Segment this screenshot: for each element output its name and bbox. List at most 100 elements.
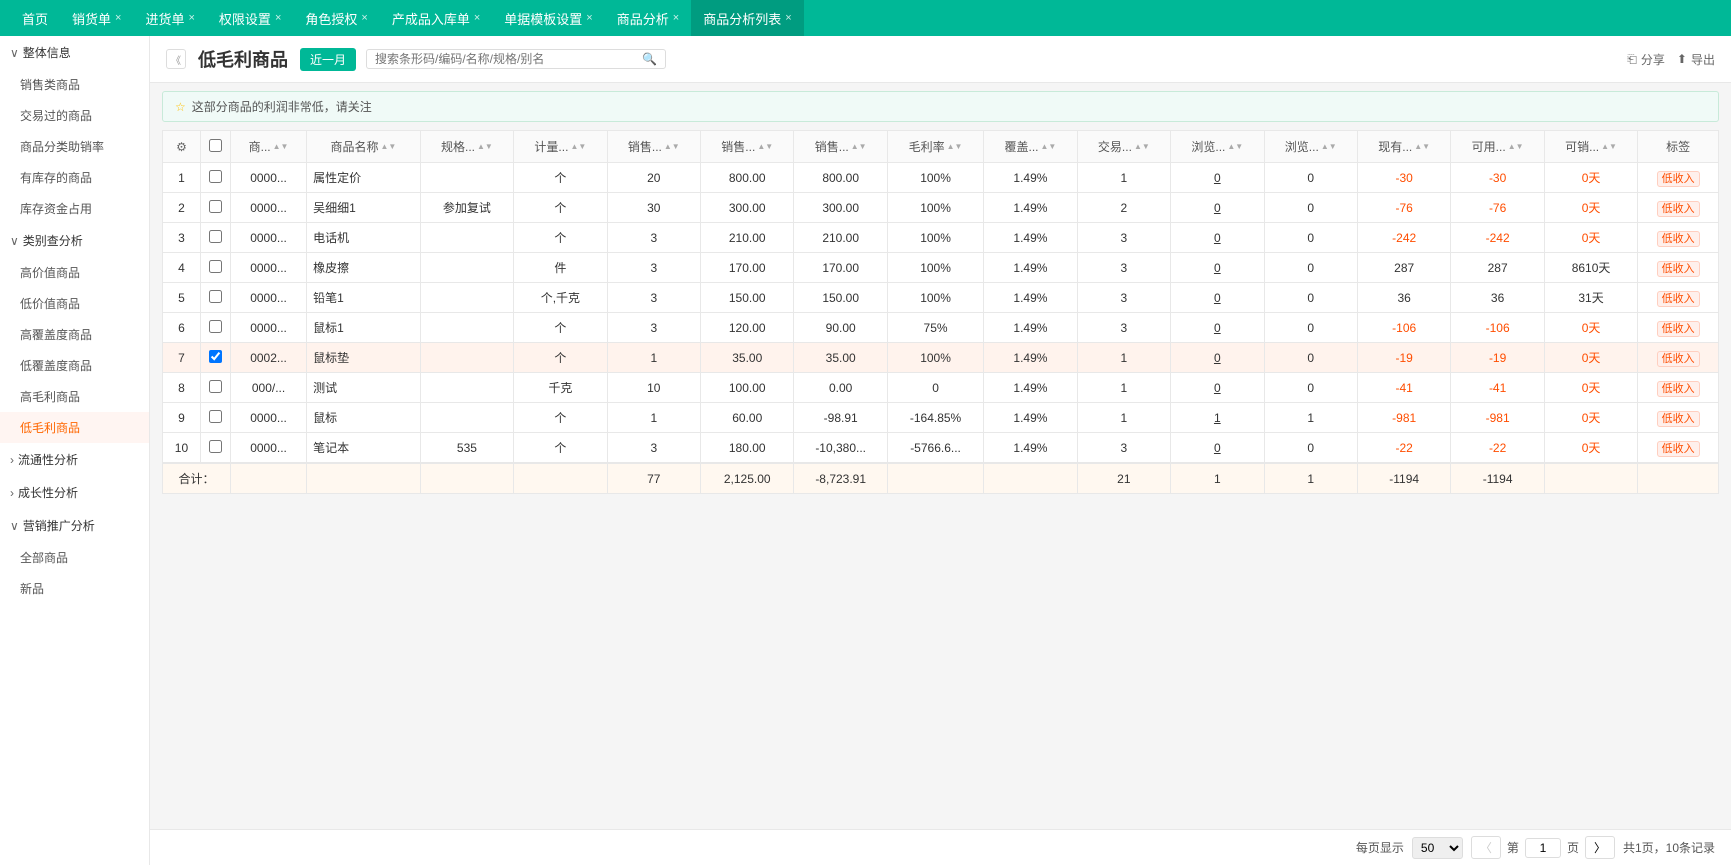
sidebar-item-high-value[interactable]: 高价值商品 — [0, 257, 149, 288]
table-row: 9 0000... 鼠标 个 1 60.00 -98.91 -164.85% 1… — [163, 403, 1719, 433]
settings-icon[interactable]: ⚙ — [176, 140, 187, 154]
row-name[interactable]: 鼠标垫 — [307, 343, 421, 373]
row-checkbox[interactable] — [200, 283, 230, 313]
col-transactions[interactable]: 交易...▲▼ — [1077, 131, 1170, 163]
row-views1[interactable]: 0 — [1171, 163, 1264, 193]
row-checkbox[interactable] — [200, 253, 230, 283]
row-views1[interactable]: 0 — [1171, 283, 1264, 313]
sidebar-item-traded-goods[interactable]: 交易过的商品 — [0, 100, 149, 131]
row-spec — [420, 313, 513, 343]
nav-template-settings[interactable]: 单据模板设置 × — [492, 0, 604, 36]
col-views2[interactable]: 浏览...▲▼ — [1264, 131, 1357, 163]
row-name[interactable]: 橡皮擦 — [307, 253, 421, 283]
select-all-checkbox[interactable] — [209, 139, 222, 152]
col-views1[interactable]: 浏览...▲▼ — [1171, 131, 1264, 163]
search-input[interactable] — [375, 52, 638, 66]
col-coverage[interactable]: 覆盖...▲▼ — [984, 131, 1077, 163]
col-name[interactable]: 商品名称▲▼ — [307, 131, 421, 163]
sidebar-item-low-coverage[interactable]: 低覆盖度商品 — [0, 350, 149, 381]
sidebar-group-circulation[interactable]: › 流通性分析 — [0, 443, 149, 476]
row-views1[interactable]: 0 — [1171, 253, 1264, 283]
row-checkbox[interactable] — [200, 343, 230, 373]
close-product-analysis-icon[interactable]: × — [673, 12, 679, 24]
col-sellable[interactable]: 可销...▲▼ — [1544, 131, 1637, 163]
row-checkbox[interactable] — [200, 163, 230, 193]
row-name[interactable]: 鼠标 — [307, 403, 421, 433]
row-checkbox[interactable] — [200, 223, 230, 253]
sidebar-item-in-stock[interactable]: 有库存的商品 — [0, 162, 149, 193]
col-sales-price[interactable]: 销售...▲▼ — [701, 131, 794, 163]
col-available[interactable]: 可用...▲▼ — [1451, 131, 1544, 163]
sidebar-item-low-value[interactable]: 低价值商品 — [0, 288, 149, 319]
col-tag[interactable]: 标签 — [1638, 131, 1719, 163]
nav-purchase-order[interactable]: 进货单 × — [133, 0, 206, 36]
page-number-input[interactable] — [1525, 838, 1561, 858]
sidebar-item-high-margin[interactable]: 高毛利商品 — [0, 381, 149, 412]
nav-home[interactable]: 首页 — [10, 0, 60, 36]
close-product-analysis-list-icon[interactable]: × — [785, 12, 791, 24]
prev-page-btn[interactable]: 〈 — [1471, 836, 1501, 859]
row-checkbox[interactable] — [200, 193, 230, 223]
row-checkbox[interactable] — [200, 403, 230, 433]
row-name[interactable]: 属性定价 — [307, 163, 421, 193]
row-name[interactable]: 电话机 — [307, 223, 421, 253]
sidebar-group-category[interactable]: ∨ 类别查分析 — [0, 224, 149, 257]
sidebar-group-growth[interactable]: › 成长性分析 — [0, 476, 149, 509]
col-sales-qty[interactable]: 销售...▲▼ — [607, 131, 700, 163]
col-unit[interactable]: 计量...▲▼ — [514, 131, 607, 163]
row-name[interactable]: 吴细细1 — [307, 193, 421, 223]
sidebar-collapse-btn[interactable]: 《 — [166, 49, 186, 69]
nav-role-auth[interactable]: 角色授权 × — [293, 0, 379, 36]
row-code: 0000... — [230, 163, 306, 193]
row-views1[interactable]: 0 — [1171, 313, 1264, 343]
sidebar-item-all-goods[interactable]: 全部商品 — [0, 542, 149, 573]
col-current-stock[interactable]: 现有...▲▼ — [1357, 131, 1450, 163]
sidebar-item-high-coverage[interactable]: 高覆盖度商品 — [0, 319, 149, 350]
row-name[interactable]: 铅笔1 — [307, 283, 421, 313]
nav-permissions[interactable]: 权限设置 × — [207, 0, 293, 36]
col-sales-profit[interactable]: 销售...▲▼ — [794, 131, 887, 163]
sidebar-group-overall[interactable]: ∨ 整体信息 — [0, 36, 149, 69]
next-page-btn[interactable]: 〉 — [1585, 836, 1615, 859]
row-name[interactable]: 测试 — [307, 373, 421, 403]
row-name[interactable]: 鼠标1 — [307, 313, 421, 343]
close-permissions-icon[interactable]: × — [275, 12, 281, 24]
col-code[interactable]: 商...▲▼ — [230, 131, 306, 163]
row-checkbox[interactable] — [200, 373, 230, 403]
sidebar-item-sales-goods[interactable]: 销售类商品 — [0, 69, 149, 100]
row-views1[interactable]: 0 — [1171, 433, 1264, 464]
nav-product-analysis-list[interactable]: 商品分析列表 × — [691, 0, 803, 36]
row-views1[interactable]: 0 — [1171, 373, 1264, 403]
row-checkbox[interactable] — [200, 433, 230, 464]
nav-product-entry[interactable]: 产成品入库单 × — [380, 0, 492, 36]
col-spec[interactable]: 规格...▲▼ — [420, 131, 513, 163]
nav-product-analysis[interactable]: 商品分析 × — [605, 0, 691, 36]
sidebar-item-category-sales-rate[interactable]: 商品分类助销率 — [0, 131, 149, 162]
row-views1[interactable]: 1 — [1171, 403, 1264, 433]
col-gross-rate[interactable]: 毛利率▲▼ — [887, 131, 983, 163]
total-current-stock: -1194 — [1357, 463, 1450, 494]
table-wrapper[interactable]: ⚙ 商...▲▼ 商品名称▲▼ 规格...▲▼ 计量...▲▼ 销售...▲▼ … — [150, 122, 1731, 829]
row-checkbox[interactable] — [200, 313, 230, 343]
col-settings[interactable]: ⚙ — [163, 131, 201, 163]
row-views1[interactable]: 0 — [1171, 223, 1264, 253]
sidebar-item-low-margin[interactable]: 低毛利商品 — [0, 412, 149, 443]
nav-sales-order[interactable]: 销货单 × — [60, 0, 133, 36]
sidebar-item-stock-capital[interactable]: 库存资金占用 — [0, 193, 149, 224]
close-product-entry-icon[interactable]: × — [474, 12, 480, 24]
export-btn[interactable]: ⬆ 导出 — [1677, 51, 1715, 68]
sidebar-group-marketing[interactable]: ∨ 营销推广分析 — [0, 509, 149, 542]
row-name[interactable]: 笔记本 — [307, 433, 421, 464]
row-views1[interactable]: 0 — [1171, 343, 1264, 373]
row-sellable: 0天 — [1544, 433, 1637, 464]
filter-recent-month-btn[interactable]: 近一月 — [300, 48, 356, 71]
per-page-select[interactable]: 2050100200 — [1412, 837, 1463, 859]
close-purchase-order-icon[interactable]: × — [188, 12, 194, 24]
close-sales-order-icon[interactable]: × — [115, 12, 121, 24]
close-template-settings-icon[interactable]: × — [586, 12, 592, 24]
share-btn[interactable]: ⎗ 分享 — [1627, 51, 1665, 68]
close-role-auth-icon[interactable]: × — [361, 12, 367, 24]
row-views1[interactable]: 0 — [1171, 193, 1264, 223]
search-icon[interactable]: 🔍 — [642, 52, 657, 66]
sidebar-item-new-goods[interactable]: 新品 — [0, 573, 149, 604]
